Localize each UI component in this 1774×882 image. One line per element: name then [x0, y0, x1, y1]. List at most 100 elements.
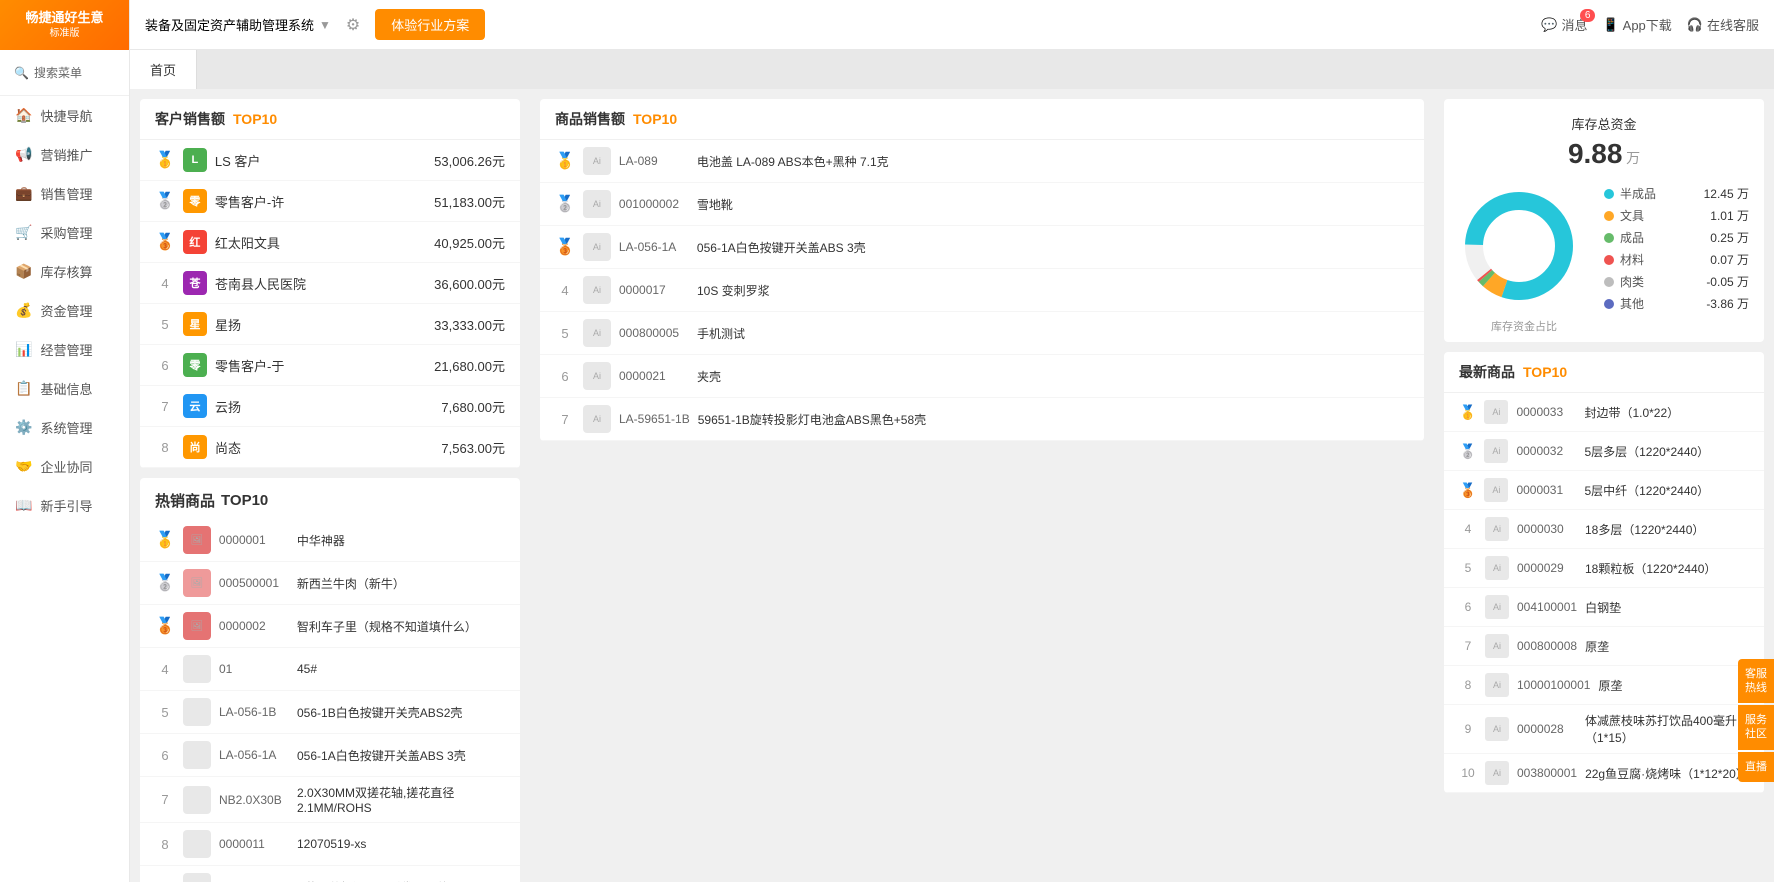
- hot-product-item[interactable]: 6 LA-056-1A 056-1A白色按键开关盖ABS 3壳: [140, 734, 520, 777]
- hot-product-item[interactable]: 🥈 🖼 000500001 新西兰牛肉（新牛）: [140, 562, 520, 605]
- product-rank-item[interactable]: 🥇 Ai LA-089 电池盖 LA-089 ABS本色+黑种 7.1克: [540, 140, 1424, 183]
- online-service-label: 在线客服: [1707, 15, 1759, 34]
- product-thumbnail: Ai: [583, 147, 611, 175]
- product-name: 45#: [297, 662, 505, 676]
- new-product-item[interactable]: 10 Ai 003800001 22g鱼豆腐·烧烤味（1*12*20）: [1444, 754, 1764, 793]
- sidebar-item-xinshou[interactable]: 📖 新手引导: [0, 486, 129, 525]
- medal-icon: 🥈: [1459, 443, 1476, 460]
- rank-number: 10: [1459, 766, 1477, 780]
- new-product-item[interactable]: 🥉 Ai 0000031 5层中纤（1220*2440）: [1444, 471, 1764, 510]
- settings-icon[interactable]: ⚙: [346, 15, 360, 35]
- rank-number: 7: [155, 792, 175, 807]
- new-product-item[interactable]: 4 Ai 0000030 18多层（1220*2440）: [1444, 510, 1764, 549]
- new-product-item[interactable]: 5 Ai 0000029 18颗粒板（1220*2440）: [1444, 549, 1764, 588]
- nav-icon-xinshou: 📖: [15, 497, 32, 514]
- product-thumbnail: [183, 786, 211, 814]
- float-live-btn[interactable]: 直播: [1738, 752, 1774, 782]
- product-rank-item[interactable]: 7 Ai LA-59651-1B 59651-1B旋转投影灯电池盒ABS黑色+5…: [540, 398, 1424, 441]
- sidebar-item-jingying[interactable]: 📊 经营管理: [0, 330, 129, 369]
- new-product-item[interactable]: 6 Ai 004100001 白钢垫: [1444, 588, 1764, 627]
- product-name: 12070519-xs: [297, 837, 505, 851]
- nav-icon-kucun: 📦: [15, 263, 32, 280]
- hot-product-item[interactable]: 🥇 🖼 0000001 中华神器: [140, 519, 520, 562]
- tab-home-label: 首页: [150, 63, 176, 78]
- search-menu-button[interactable]: 🔍 搜索菜单: [8, 58, 121, 87]
- product-name: 雪地靴: [697, 196, 1409, 213]
- sidebar: 畅捷通好生意 标准版 🔍 搜索菜单 🏠 快捷导航 📢 营销推广 💼 销售管理 🛒…: [0, 0, 130, 882]
- customer-name: 尚态: [215, 438, 433, 457]
- product-rank-item[interactable]: 🥉 Ai LA-056-1A 056-1A白色按键开关盖ABS 3壳: [540, 226, 1424, 269]
- customer-rank-item[interactable]: 5 星 星扬 33,333.00元: [140, 304, 520, 345]
- customer-rank-item[interactable]: 🥉 红 红太阳文具 40,925.00元: [140, 222, 520, 263]
- customer-ranking-title: 客户销售额: [155, 109, 225, 129]
- legend-dot: [1604, 299, 1614, 309]
- product-thumbnail: Ai: [583, 233, 611, 261]
- hot-product-item[interactable]: 9 KK-SD22110H 花语萌恒温分腿睡袋（厚款）: [140, 866, 520, 882]
- online-service-button[interactable]: 🎧 在线客服: [1687, 15, 1759, 34]
- right-panel: 库存总资金 9.88 万: [1434, 89, 1774, 882]
- legend-item: 成品 0.25 万: [1604, 229, 1749, 246]
- hot-product-item[interactable]: 5 LA-056-1B 056-1B白色按键开关壳ABS2壳: [140, 691, 520, 734]
- product-thumbnail: Ai: [1484, 400, 1508, 424]
- inventory-value-row: 9.88 万: [1459, 138, 1749, 170]
- sidebar-item-xitong[interactable]: ⚙️ 系统管理: [0, 408, 129, 447]
- medal-icon: 🥇: [1459, 404, 1476, 421]
- hot-product-item[interactable]: 🥉 🖼 0000002 智利车子里（规格不知道填什么）: [140, 605, 520, 648]
- product-name: 花语萌恒温分腿睡袋（厚款）: [305, 879, 505, 882]
- sidebar-item-qiye[interactable]: 🤝 企业协同: [0, 447, 129, 486]
- trial-btn[interactable]: 体验行业方案: [375, 9, 485, 40]
- topbar-title-dropdown[interactable]: 装备及固定资产辅助管理系统 ▼: [145, 15, 331, 34]
- inventory-card: 库存总资金 9.88 万: [1444, 99, 1764, 342]
- product-name: 10S 变刺罗浆: [697, 282, 1409, 299]
- hot-product-item[interactable]: 4 01 45#: [140, 648, 520, 691]
- sidebar-search[interactable]: 🔍 搜索菜单: [0, 50, 129, 96]
- product-rank-item[interactable]: 🥈 Ai 001000002 雪地靴: [540, 183, 1424, 226]
- product-thumbnail: Ai: [1485, 556, 1509, 580]
- hot-product-item[interactable]: 8 0000011 12070519-xs: [140, 823, 520, 866]
- sidebar-item-caigou[interactable]: 🛒 采购管理: [0, 213, 129, 252]
- new-product-item[interactable]: 7 Ai 000800008 原垄: [1444, 627, 1764, 666]
- customer-rank-item[interactable]: 6 零 零售客户-于 21,680.00元: [140, 345, 520, 386]
- sidebar-item-yingxiao[interactable]: 📢 营销推广: [0, 135, 129, 174]
- rank-number: 6: [155, 748, 175, 763]
- customer-rank-item[interactable]: 🥈 零 零售客户-许 51,183.00元: [140, 181, 520, 222]
- customer-rank-item[interactable]: 8 尚 尚态 7,563.00元: [140, 427, 520, 468]
- product-rank-item[interactable]: 5 Ai 000800005 手机测试: [540, 312, 1424, 355]
- product-code: 0000030: [1517, 522, 1577, 536]
- search-menu-label: 搜索菜单: [34, 64, 82, 81]
- sidebar-item-kucun[interactable]: 📦 库存核算: [0, 252, 129, 291]
- rank-number: 8: [155, 440, 175, 455]
- hot-product-item[interactable]: 7 NB2.0X30B 2.0X30MM双搓花轴,搓花直径2.1MM/ROHS: [140, 777, 520, 823]
- customer-rank-item[interactable]: 4 苍 苍南县人民医院 36,600.00元: [140, 263, 520, 304]
- topbar-right: 💬 消息 6 📱 App下载 🎧 在线客服: [1541, 15, 1759, 34]
- float-service-btn[interactable]: 客服 热线: [1738, 659, 1774, 704]
- sidebar-item-zijin[interactable]: 💰 资金管理: [0, 291, 129, 330]
- sidebar-item-kuaijie[interactable]: 🏠 快捷导航: [0, 96, 129, 135]
- new-product-item[interactable]: 8 Ai 10000100001 原垄: [1444, 666, 1764, 705]
- messages-button[interactable]: 💬 消息 6: [1541, 15, 1587, 34]
- medal-icon: 🥇: [555, 151, 575, 171]
- product-name: 封边带（1.0*22）: [1584, 404, 1749, 421]
- customer-rank-item[interactable]: 🥇 L LS 客户 53,006.26元: [140, 140, 520, 181]
- rank-number: 8: [155, 837, 175, 852]
- sidebar-item-jichu[interactable]: 📋 基础信息: [0, 369, 129, 408]
- rank-number: 7: [155, 399, 175, 414]
- product-name: 手机测试: [697, 325, 1409, 342]
- product-name: 18多层（1220*2440）: [1585, 521, 1749, 538]
- customer-rank-item[interactable]: 7 云 云扬 7,680.00元: [140, 386, 520, 427]
- product-rank-item[interactable]: 6 Ai 0000021 夹壳: [540, 355, 1424, 398]
- product-thumbnail: [183, 741, 211, 769]
- app-download-button[interactable]: 📱 App下载: [1602, 15, 1671, 34]
- product-rank-item[interactable]: 4 Ai 0000017 10S 变刺罗浆: [540, 269, 1424, 312]
- sidebar-item-label: 系统管理: [40, 418, 92, 437]
- new-product-item[interactable]: 9 Ai 0000028 体减蔗枝味苏打饮品400毫升（1*15）: [1444, 705, 1764, 754]
- float-community-btn[interactable]: 服务 社区: [1738, 705, 1774, 750]
- new-product-item[interactable]: 🥇 Ai 0000033 封边带（1.0*22）: [1444, 393, 1764, 432]
- nav-icon-jingying: 📊: [15, 341, 32, 358]
- new-product-item[interactable]: 🥈 Ai 0000032 5层多层（1220*2440）: [1444, 432, 1764, 471]
- product-thumbnail: [183, 655, 211, 683]
- tab-home[interactable]: 首页: [130, 50, 197, 89]
- download-icon: 📱: [1602, 17, 1618, 33]
- sidebar-item-xiaoshou[interactable]: 💼 销售管理: [0, 174, 129, 213]
- legend-name: 肉类: [1620, 273, 1700, 290]
